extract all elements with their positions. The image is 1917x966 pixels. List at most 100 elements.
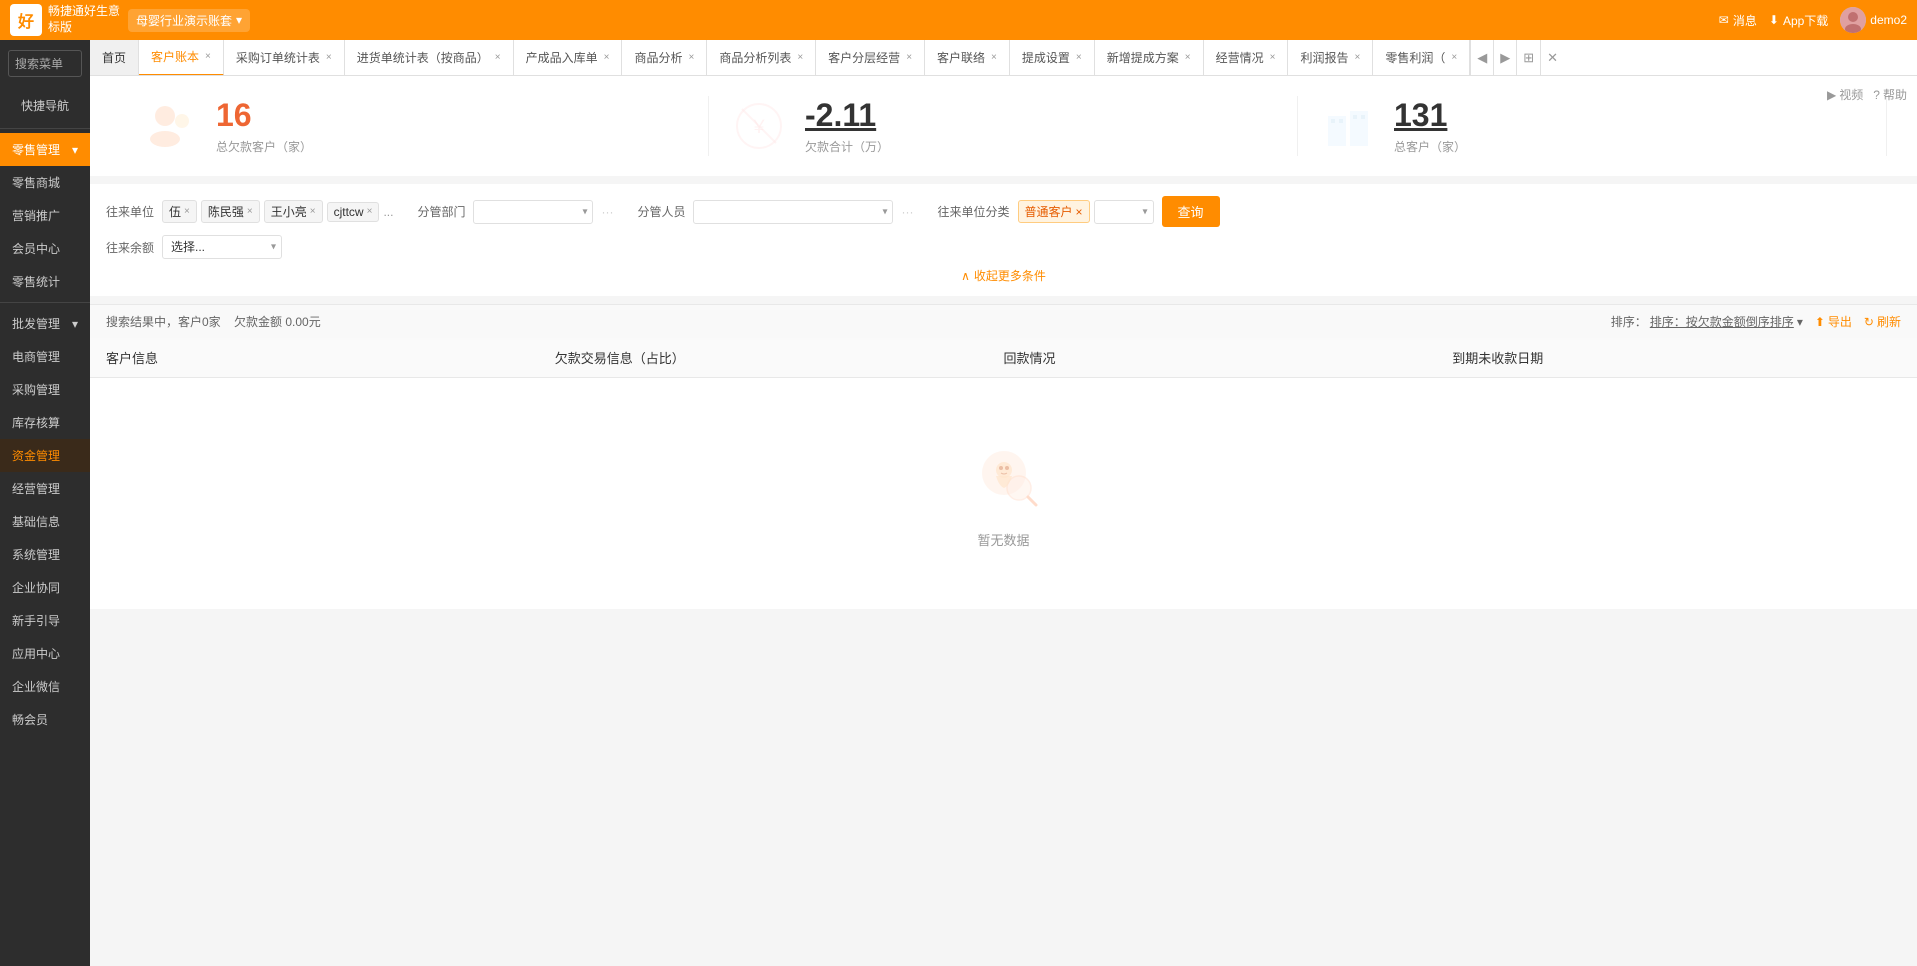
balance-select[interactable]: 选择... — [162, 235, 282, 259]
remove-tag-cjttcw[interactable]: × — [367, 206, 373, 217]
sidebar-item-member[interactable]: 会员中心 — [0, 232, 90, 265]
store-selector[interactable]: 母婴行业演示账套 ▾ — [128, 9, 250, 32]
tab-close-6[interactable]: × — [797, 52, 803, 63]
logo-area: 好 畅捷通好生意 标版 — [10, 4, 120, 36]
search-result-text: 搜索结果中，客户0家 欠款金额 0.00元 — [106, 313, 321, 330]
video-icon: ▶ — [1827, 88, 1836, 102]
stat-info-debt: -2.11 欠款合计（万） — [805, 97, 889, 155]
tab-close-4[interactable]: × — [604, 52, 610, 63]
chevron-icon-2: ▾ — [72, 317, 78, 331]
sidebar-item-wholesale-mgmt[interactable]: 批发管理 ▾ — [0, 307, 90, 340]
tab-customer-contact[interactable]: 客户联络 × — [925, 40, 1010, 76]
remove-tag-chen[interactable]: × — [247, 206, 253, 217]
col-customer-info: 客户信息 — [106, 348, 555, 367]
sidebar-item-marketing[interactable]: 营销推广 — [0, 199, 90, 232]
tab-product-list[interactable]: 商品分析列表 × — [707, 40, 816, 76]
sidebar-item-capital[interactable]: 资金管理 — [0, 439, 90, 472]
sidebar-item-operation[interactable]: 经营管理 — [0, 472, 90, 505]
person-select-wrapper — [693, 200, 893, 224]
refresh-button[interactable]: ↻ 刷新 — [1864, 313, 1901, 330]
stat-label-total: 总客户（家） — [1394, 138, 1466, 155]
tab-close-2[interactable]: × — [326, 52, 332, 63]
tab-close-11[interactable]: × — [1270, 52, 1276, 63]
tab-next-button[interactable]: ▶ — [1493, 40, 1516, 76]
app-download-button[interactable]: ⬇ App下载 — [1769, 12, 1828, 29]
unit-class-select[interactable] — [1094, 200, 1154, 224]
message-button[interactable]: ✉ 消息 — [1719, 12, 1757, 29]
sidebar-item-enterprise[interactable]: 企业协同 — [0, 571, 90, 604]
remove-tag-wu[interactable]: × — [184, 206, 190, 217]
logo-icon: 好 — [10, 4, 42, 36]
remove-tag-wang[interactable]: × — [310, 206, 316, 217]
search-menu-button[interactable]: 搜索菜单 — [8, 50, 82, 77]
sidebar-item-retail-stats[interactable]: 零售统计 — [0, 265, 90, 298]
unit-tag-chen: 陈民强 × — [201, 200, 260, 223]
video-help-button[interactable]: ▶ 视频 — [1827, 86, 1863, 103]
sidebar-item-quick-nav[interactable]: 快捷导航 — [0, 87, 90, 124]
top-bar: 好 畅捷通好生意 标版 母婴行业演示账套 ▾ ✉ 消息 ⬇ App下载 — [0, 0, 1917, 40]
remove-unit-class-tag[interactable]: × — [1076, 205, 1083, 219]
unit-filter-label: 往来单位 — [106, 203, 154, 220]
tab-purchase-order-stats[interactable]: 采购订单统计表 × — [224, 40, 345, 76]
sidebar-divider-1 — [0, 128, 90, 129]
tab-close-9[interactable]: × — [1076, 52, 1082, 63]
unit-tags-container: 伍 × 陈民强 × 王小亮 × — [162, 200, 393, 223]
filter-more-button[interactable]: ... — [383, 205, 393, 219]
tab-customer-capital[interactable]: 客户账本 × — [139, 40, 224, 76]
customer-icon — [140, 96, 200, 156]
sidebar-item-sys[interactable]: 系统管理 — [0, 538, 90, 571]
unit-tag-cjttcw: cjttcw × — [327, 202, 380, 222]
help-icon: ? — [1873, 88, 1880, 102]
tab-close-7[interactable]: × — [906, 52, 912, 63]
sidebar-item-wechat[interactable]: 企业微信 — [0, 670, 90, 703]
sidebar-item-retail-mgmt[interactable]: 零售管理 ▾ — [0, 133, 90, 166]
empty-icon — [964, 438, 1044, 518]
tab-raise-settings[interactable]: 提成设置 × — [1010, 40, 1095, 76]
stat-label-customers: 总欠款客户（家） — [216, 138, 312, 155]
tab-new-raise[interactable]: 新增提成方案 × — [1095, 40, 1204, 76]
stat-value-customers: 16 — [216, 97, 312, 134]
query-button[interactable]: 查询 — [1162, 196, 1220, 227]
tab-operation[interactable]: 经营情况 × — [1204, 40, 1289, 76]
help-area: ▶ 视频 ? 帮助 — [1827, 86, 1907, 103]
tab-close-10[interactable]: × — [1185, 52, 1191, 63]
sidebar-item-app[interactable]: 应用中心 — [0, 637, 90, 670]
unit-class-tag-area: 普通客户 × — [1018, 200, 1154, 224]
sidebar-item-ecommerce[interactable]: 电商管理 — [0, 340, 90, 373]
tab-close-5[interactable]: × — [688, 52, 694, 63]
help-button[interactable]: ? 帮助 — [1873, 86, 1907, 103]
tab-close-customer-capital[interactable]: × — [205, 51, 211, 62]
collapse-button[interactable]: ∧ 收起更多条件 — [106, 267, 1901, 284]
sort-button[interactable]: 排序： 排序：按欠款金额倒序排序 ▾ — [1611, 313, 1803, 330]
tab-home[interactable]: 首页 — [90, 40, 139, 76]
tab-product-analysis[interactable]: 商品分析 × — [622, 40, 707, 76]
tab-profit[interactable]: 利润报告 × — [1288, 40, 1373, 76]
tab-close-3[interactable]: × — [495, 52, 501, 63]
sidebar-item-inventory[interactable]: 库存核算 — [0, 406, 90, 439]
top-bar-left: 好 畅捷通好生意 标版 母婴行业演示账套 ▾ — [10, 4, 250, 36]
unit-class-label: 往来单位分类 — [937, 203, 1009, 220]
tab-close-8[interactable]: × — [991, 52, 997, 63]
sidebar-item-guide[interactable]: 新手引导 — [0, 604, 90, 637]
avatar — [1840, 7, 1866, 33]
tab-close-12[interactable]: × — [1354, 52, 1360, 63]
export-button[interactable]: ⬆ 导出 — [1815, 313, 1852, 330]
sidebar-item-vip[interactable]: 畅会员 — [0, 703, 90, 736]
sidebar-item-purchase[interactable]: 采购管理 — [0, 373, 90, 406]
sidebar-item-retail-shop[interactable]: 零售商城 — [0, 166, 90, 199]
tab-customer-segment[interactable]: 客户分层经营 × — [816, 40, 925, 76]
tab-close-13[interactable]: × — [1451, 52, 1457, 63]
tab-menu-button[interactable]: ⊞ — [1516, 40, 1540, 76]
tab-prev-button[interactable]: ◀ — [1470, 40, 1493, 76]
sort-icon: ▾ — [1797, 315, 1803, 329]
user-avatar-button[interactable]: demo2 — [1840, 7, 1907, 33]
dept-more-icon: ··· — [601, 205, 613, 219]
sidebar-item-basic[interactable]: 基础信息 — [0, 505, 90, 538]
tab-close-all-button[interactable]: ✕ — [1540, 40, 1564, 76]
person-select[interactable] — [693, 200, 893, 224]
logo-text: 畅捷通好生意 标版 — [48, 4, 120, 35]
tab-inbound-stats[interactable]: 进货单统计表（按商品） × — [345, 40, 514, 76]
dept-select[interactable] — [473, 200, 593, 224]
tab-retail-profit[interactable]: 零售利润（ × — [1373, 40, 1470, 76]
tab-production[interactable]: 产成品入库单 × — [514, 40, 623, 76]
